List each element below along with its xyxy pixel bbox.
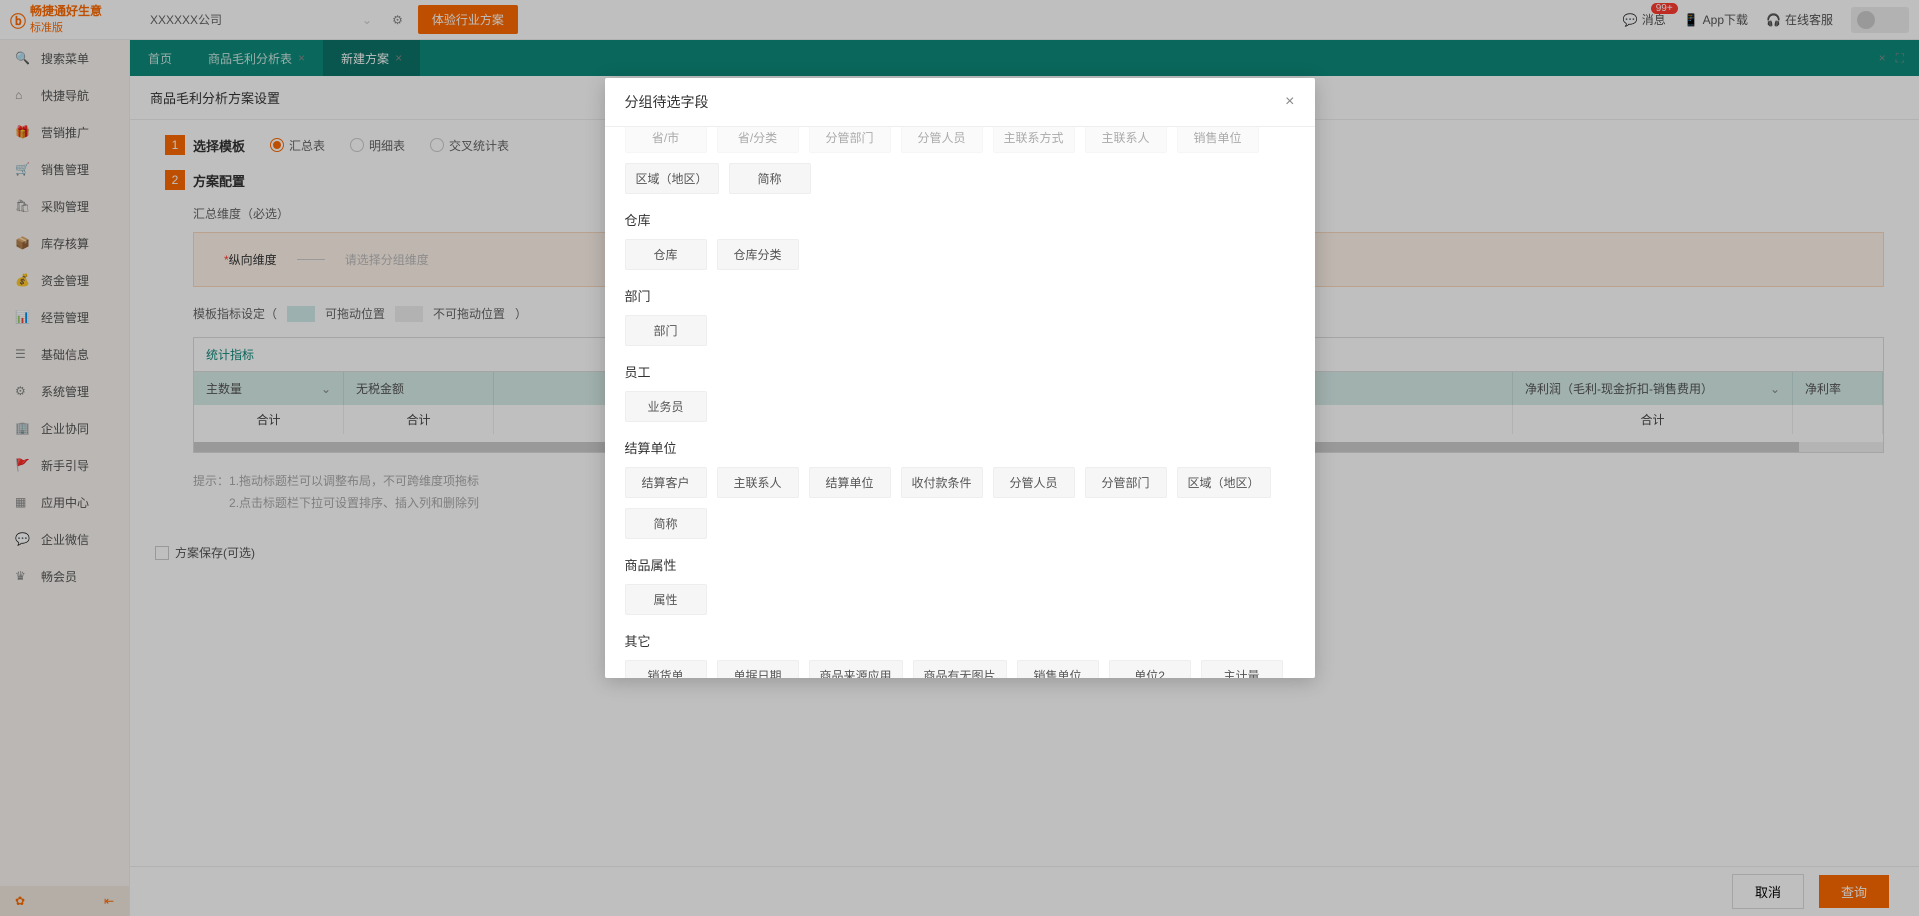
group-title: 其它	[625, 631, 1295, 650]
field-chip[interactable]: 简称	[625, 508, 707, 539]
field-chip[interactable]: 业务员	[625, 391, 707, 422]
group-warehouse: 仓库 仓库 仓库分类	[625, 210, 1295, 270]
group-title: 商品属性	[625, 555, 1295, 574]
group-other: 其它 销货单 单据日期 商品来源应用 商品有无图片 销售单位 单位2 主计量 制…	[625, 631, 1295, 678]
group-settle: 结算单位 结算客户 主联系人 结算单位 收付款条件 分管人员 分管部门 区域（地…	[625, 438, 1295, 539]
field-chip[interactable]: 结算单位	[809, 467, 891, 498]
field-chip[interactable]: 销货单	[625, 660, 707, 678]
field-chip[interactable]: 区域（地区）	[625, 163, 719, 194]
modal-body: 省/市 省/分类 分管部门 分管人员 主联系方式 主联系人 销售单位 区域（地区…	[605, 127, 1315, 678]
partial-row-top: 省/市 省/分类 分管部门 分管人员 主联系方式 主联系人 销售单位	[625, 127, 1295, 153]
partial-row-extra: 区域（地区） 简称	[625, 163, 1295, 194]
field-chip[interactable]: 省/市	[625, 127, 707, 153]
field-chip[interactable]: 销售单位	[1017, 660, 1099, 678]
field-chip[interactable]: 仓库分类	[717, 239, 799, 270]
group-title: 员工	[625, 362, 1295, 381]
field-chip[interactable]: 分管部门	[1085, 467, 1167, 498]
field-chip[interactable]: 主联系人	[1085, 127, 1167, 153]
field-selector-modal: 分组待选字段 × 省/市 省/分类 分管部门 分管人员 主联系方式 主联系人 销…	[605, 78, 1315, 678]
modal-header: 分组待选字段 ×	[605, 78, 1315, 127]
field-chip[interactable]: 仓库	[625, 239, 707, 270]
field-chip[interactable]: 部门	[625, 315, 707, 346]
group-dept: 部门 部门	[625, 286, 1295, 346]
field-chip[interactable]: 单据日期	[717, 660, 799, 678]
field-chip[interactable]: 分管人员	[993, 467, 1075, 498]
group-title: 部门	[625, 286, 1295, 305]
field-chip[interactable]: 主联系方式	[993, 127, 1075, 153]
close-icon[interactable]: ×	[1285, 93, 1294, 111]
modal-title: 分组待选字段	[625, 92, 709, 112]
field-chip[interactable]: 省/分类	[717, 127, 799, 153]
group-attr: 商品属性 属性	[625, 555, 1295, 615]
field-chip[interactable]: 分管部门	[809, 127, 891, 153]
modal-overlay[interactable]: 分组待选字段 × 省/市 省/分类 分管部门 分管人员 主联系方式 主联系人 销…	[0, 0, 1919, 916]
field-chip[interactable]: 单位2	[1109, 660, 1191, 678]
group-title: 结算单位	[625, 438, 1295, 457]
field-chip[interactable]: 属性	[625, 584, 707, 615]
field-chip[interactable]: 主联系人	[717, 467, 799, 498]
field-chip[interactable]: 简称	[729, 163, 811, 194]
field-chip[interactable]: 区域（地区）	[1177, 467, 1271, 498]
field-chip[interactable]: 商品有无图片	[913, 660, 1007, 678]
field-chip[interactable]: 收付款条件	[901, 467, 983, 498]
field-chip[interactable]: 分管人员	[901, 127, 983, 153]
group-emp: 员工 业务员	[625, 362, 1295, 422]
field-chip[interactable]: 商品来源应用	[809, 660, 903, 678]
group-title: 仓库	[625, 210, 1295, 229]
field-chip[interactable]: 主计量	[1201, 660, 1283, 678]
field-chip[interactable]: 结算客户	[625, 467, 707, 498]
field-chip[interactable]: 销售单位	[1177, 127, 1259, 153]
